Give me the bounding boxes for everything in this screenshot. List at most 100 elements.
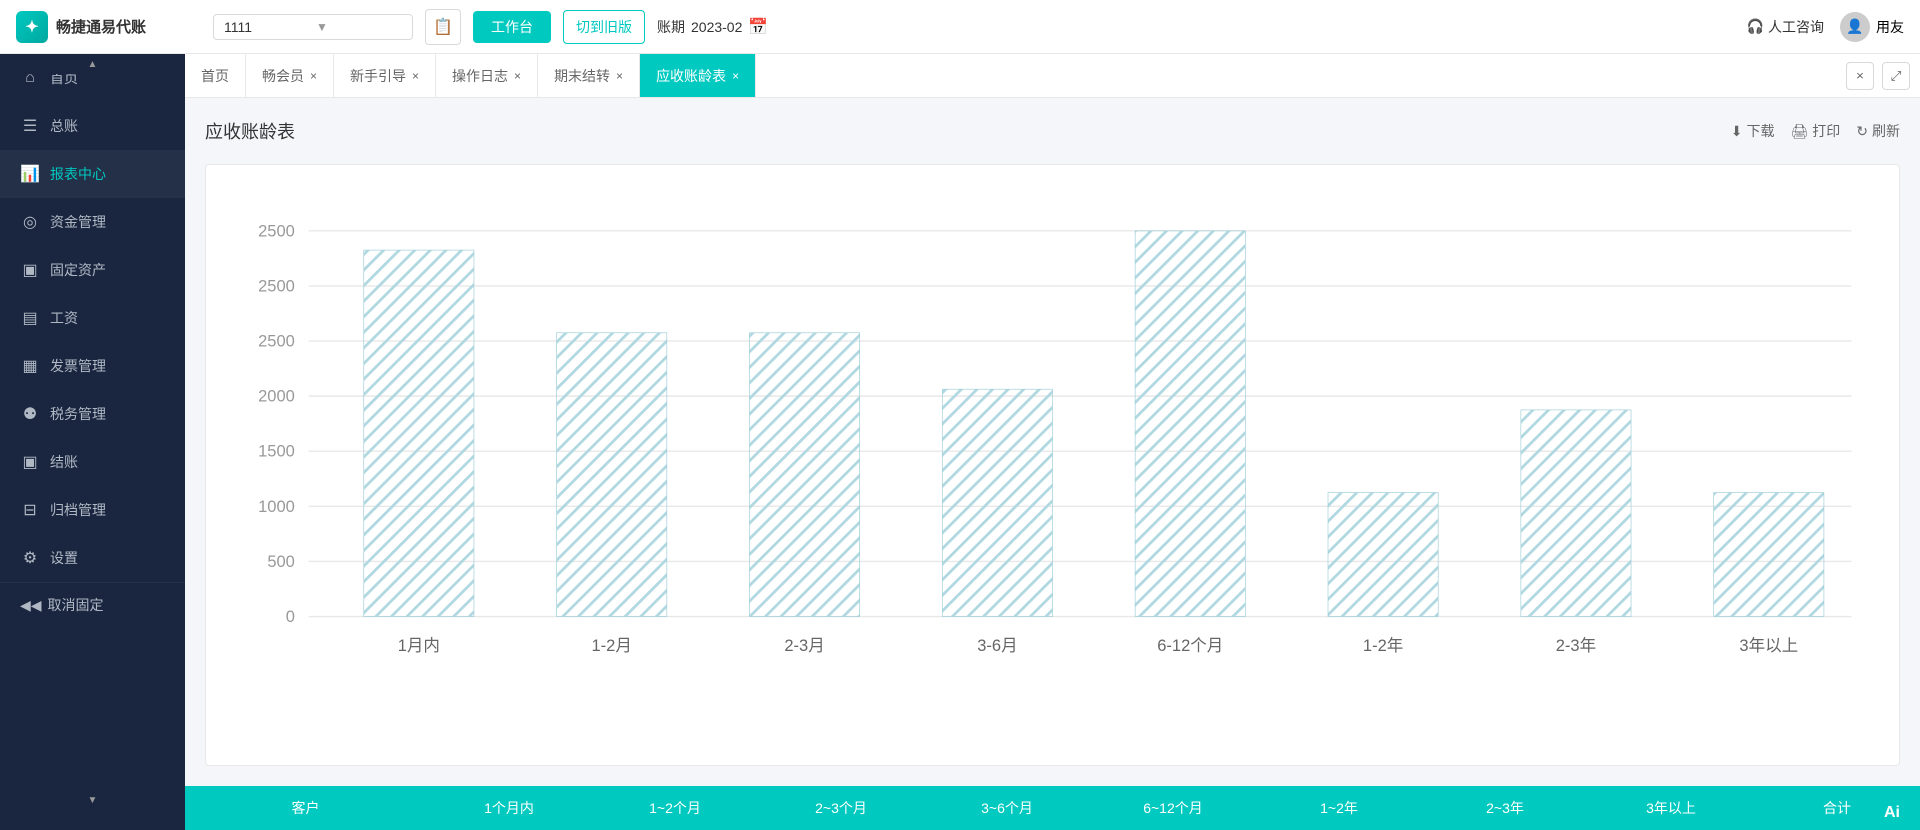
company-name: 1111 [224, 19, 310, 35]
print-label: 打印 [1812, 121, 1840, 141]
page-title: 应收账龄表 [205, 118, 295, 144]
sidebar-item-tax[interactable]: ⚉ 税务管理 [0, 390, 185, 438]
clipboard-button[interactable]: 📋 [425, 9, 461, 45]
refresh-icon: ↻ [1856, 123, 1868, 140]
sidebar-item-reports[interactable]: 📊 报表中心 [0, 150, 185, 198]
sidebar-item-settings[interactable]: ⚙ 设置 [0, 534, 185, 582]
sidebar-label-payroll: 工资 [50, 308, 78, 328]
consult-button[interactable]: 🎧 人工咨询 [1747, 17, 1824, 37]
user-label: 用友 [1876, 17, 1904, 37]
tab-home-label: 首页 [201, 66, 229, 86]
ledger-icon: ☰ [20, 116, 40, 136]
tab-guide[interactable]: 新手引导 × [334, 54, 436, 97]
sidebar-item-ledger[interactable]: ☰ 总账 [0, 102, 185, 150]
company-select[interactable]: 1111 ▼ [213, 14, 413, 40]
svg-text:1-2年: 1-2年 [1363, 636, 1403, 655]
sidebar-label-assets: 固定资产 [50, 260, 106, 280]
tab-yearend-close[interactable]: × [616, 69, 623, 83]
bar-chart: 2500 2500 2500 2000 1500 1000 500 0 [226, 185, 1879, 745]
sidebar-item-invoice[interactable]: ▦ 发票管理 [0, 342, 185, 390]
svg-text:500: 500 [267, 552, 295, 571]
cancel-fixed-button[interactable]: ◀◀ 取消固定 [0, 582, 185, 627]
sidebar-label-tax: 税务管理 [50, 404, 106, 424]
sidebar-item-archive[interactable]: ⊟ 归档管理 [0, 486, 185, 534]
ai-badge[interactable]: Ai [1864, 796, 1920, 830]
sidebar-item-payroll[interactable]: ▤ 工资 [0, 294, 185, 342]
col-6-12month: 6~12个月 [1090, 798, 1256, 818]
expand-tab-button[interactable]: ⤢ [1882, 62, 1910, 90]
sidebar-label-reports: 报表中心 [50, 164, 106, 184]
user-area[interactable]: 👤 用友 [1840, 12, 1904, 42]
sidebar-item-funds[interactable]: ◎ 资金管理 [0, 198, 185, 246]
page-header: 应收账龄表 ⬇ 下载 🖨 打印 ↻ 刷新 [205, 118, 1900, 144]
col-3year-plus: 3年以上 [1588, 798, 1754, 818]
sidebar-scroll-down[interactable]: ▼ [0, 790, 185, 810]
logo-text: 畅捷通易代账 [56, 16, 146, 37]
archive-icon: ⊟ [20, 500, 40, 520]
main-layout: ▲ ⌂ 首页 ☰ 总账 📊 报表中心 ◎ 资金管理 ▣ 固定资产 ▤ 工资 ▦ … [0, 54, 1920, 830]
svg-text:3-6月: 3-6月 [977, 636, 1017, 655]
sidebar-item-assets[interactable]: ▣ 固定资产 [0, 246, 185, 294]
sidebar-label-checkout: 结账 [50, 452, 78, 472]
logo-area: ✦ 畅捷通易代账 [16, 11, 201, 43]
cancel-fixed-icon: ◀◀ [20, 597, 42, 614]
sidebar-item-checkout[interactable]: ▣ 结账 [0, 438, 185, 486]
sidebar-scroll-up[interactable]: ▲ [0, 54, 185, 74]
print-button[interactable]: 🖨 打印 [1790, 121, 1840, 141]
col-3-6month: 3~6个月 [924, 798, 1090, 818]
svg-text:2500: 2500 [258, 221, 295, 240]
tab-home[interactable]: 首页 [185, 54, 246, 97]
svg-text:2-3年: 2-3年 [1556, 636, 1596, 655]
tab-guide-close[interactable]: × [412, 69, 419, 83]
calendar-icon[interactable]: 📅 [748, 17, 768, 37]
tab-yearend-label: 期末结转 [554, 66, 610, 86]
settings-icon: ⚙ [20, 548, 40, 568]
tab-yearend[interactable]: 期末结转 × [538, 54, 640, 97]
col-customer: 客户 [185, 798, 426, 818]
assets-icon: ▣ [20, 260, 40, 280]
close-tab-button[interactable]: × [1846, 62, 1874, 90]
refresh-button[interactable]: ↻ 刷新 [1856, 121, 1900, 141]
sidebar-label-archive: 归档管理 [50, 500, 106, 520]
checkout-icon: ▣ [20, 452, 40, 472]
tab-oplog-close[interactable]: × [514, 69, 521, 83]
headset-icon: 🎧 [1747, 18, 1764, 35]
print-icon: 🖨 [1790, 123, 1808, 140]
svg-text:2500: 2500 [258, 332, 295, 351]
svg-text:2500: 2500 [258, 276, 295, 295]
svg-text:1月内: 1月内 [398, 636, 440, 655]
tab-aging-close[interactable]: × [732, 69, 739, 83]
workbench-button[interactable]: 工作台 [473, 11, 551, 43]
consult-label: 人工咨询 [1768, 17, 1824, 37]
page-content: 应收账龄表 ⬇ 下载 🖨 打印 ↻ 刷新 [185, 98, 1920, 786]
svg-text:2-3月: 2-3月 [784, 636, 824, 655]
tab-vip-close[interactable]: × [310, 69, 317, 83]
col-1-2month: 1~2个月 [592, 798, 758, 818]
download-button[interactable]: ⬇ 下载 [1731, 121, 1775, 141]
sidebar-label-funds: 资金管理 [50, 212, 106, 232]
tabs-bar: 首页 畅会员 × 新手引导 × 操作日志 × 期末结转 × 应收账龄表 × [185, 54, 1920, 98]
svg-text:3年以上: 3年以上 [1739, 636, 1798, 655]
tax-icon: ⚉ [20, 404, 40, 424]
col-2-3month: 2~3个月 [758, 798, 924, 818]
header-right: 🎧 人工咨询 👤 用友 [1747, 12, 1904, 42]
page-actions: ⬇ 下载 🖨 打印 ↻ 刷新 [1731, 121, 1900, 141]
period-area: 账期 2023-02 📅 [657, 17, 768, 37]
invoice-icon: ▦ [20, 356, 40, 376]
tab-vip-label: 畅会员 [262, 66, 304, 86]
tab-aging[interactable]: 应收账龄表 × [640, 54, 756, 97]
tab-oplog[interactable]: 操作日志 × [436, 54, 538, 97]
tab-vip[interactable]: 畅会员 × [246, 54, 334, 97]
svg-text:0: 0 [286, 607, 295, 626]
svg-text:6-12个月: 6-12个月 [1157, 636, 1223, 655]
content-area: 首页 畅会员 × 新手引导 × 操作日志 × 期末结转 × 应收账龄表 × [185, 54, 1920, 830]
chevron-down-icon: ▼ [316, 20, 402, 34]
avatar: 👤 [1840, 12, 1870, 42]
switch-old-button[interactable]: 切到旧版 [563, 10, 645, 44]
sidebar-label-ledger: 总账 [50, 116, 78, 136]
payroll-icon: ▤ [20, 308, 40, 328]
tab-aging-label: 应收账龄表 [656, 66, 726, 86]
top-header: ✦ 畅捷通易代账 1111 ▼ 📋 工作台 切到旧版 账期 2023-02 📅 … [0, 0, 1920, 54]
period-value: 2023-02 [691, 19, 742, 35]
svg-text:1500: 1500 [258, 442, 295, 461]
